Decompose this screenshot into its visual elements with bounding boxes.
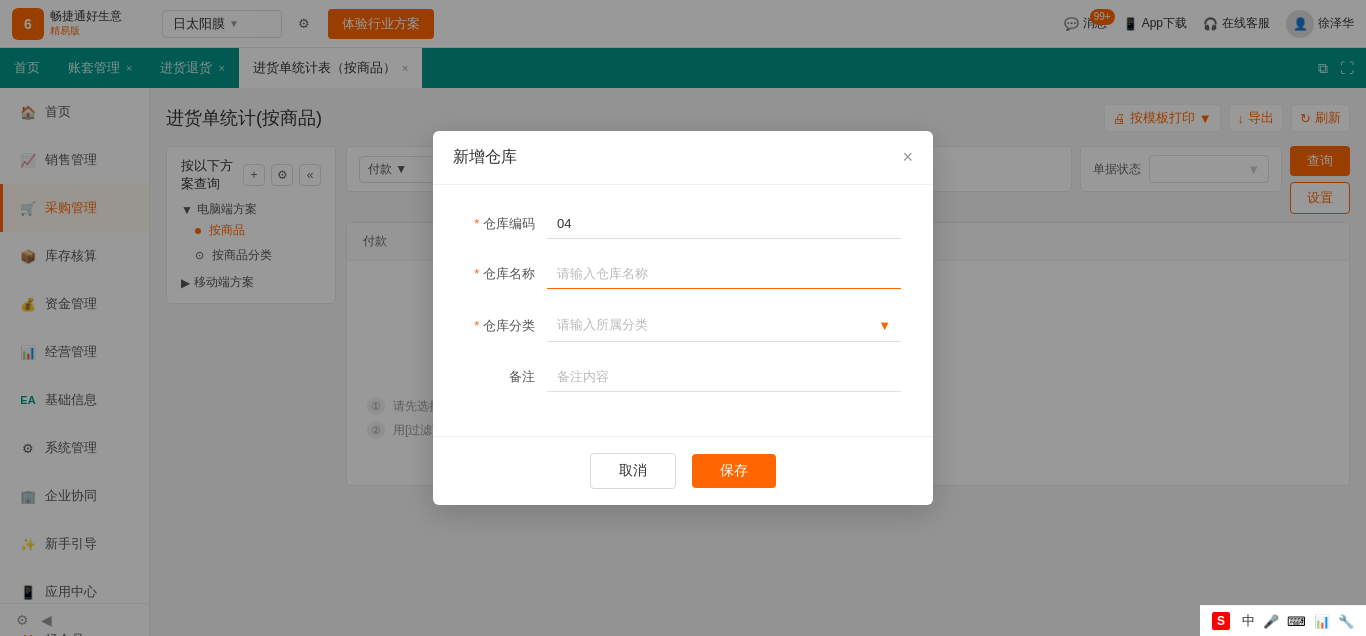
bottom-bar: S 中 🎤 ⌨ 📊 🔧 bbox=[1200, 605, 1366, 636]
modal-footer: 取消 保存 bbox=[433, 436, 933, 505]
save-button[interactable]: 保存 bbox=[692, 454, 776, 488]
modal-close-button[interactable]: × bbox=[902, 147, 913, 168]
remark-label: 备注 bbox=[465, 368, 535, 386]
modal-body: * 仓库编码 * 仓库名称 * 仓库分类 请输入所属 bbox=[433, 185, 933, 436]
name-label: * 仓库名称 bbox=[465, 265, 535, 283]
form-row-category: * 仓库分类 请输入所属分类 ▼ bbox=[465, 309, 901, 342]
code-input[interactable] bbox=[547, 209, 901, 239]
form-row-name: * 仓库名称 bbox=[465, 259, 901, 289]
modal-title: 新增仓库 bbox=[453, 147, 517, 168]
mic-icon[interactable]: 🎤 bbox=[1263, 614, 1279, 629]
modal-header: 新增仓库 × bbox=[433, 131, 933, 185]
category-select[interactable]: 请输入所属分类 ▼ bbox=[547, 309, 901, 342]
category-label-text: 仓库分类 bbox=[483, 318, 535, 333]
name-input[interactable] bbox=[547, 259, 901, 289]
code-required-star: * bbox=[474, 216, 479, 231]
modal-overlay: 新增仓库 × * 仓库编码 * 仓库名称 bbox=[0, 0, 1366, 636]
name-required-star: * bbox=[474, 266, 479, 281]
s-logo: S bbox=[1212, 612, 1230, 630]
category-required-star: * bbox=[474, 318, 479, 333]
chart-icon[interactable]: 📊 bbox=[1314, 614, 1330, 629]
modal-new-warehouse: 新增仓库 × * 仓库编码 * 仓库名称 bbox=[433, 131, 933, 505]
form-row-remark: 备注 bbox=[465, 362, 901, 392]
keyboard-icon[interactable]: ⌨ bbox=[1287, 614, 1306, 629]
tool-icon[interactable]: 🔧 bbox=[1338, 614, 1354, 629]
name-label-text: 仓库名称 bbox=[483, 266, 535, 281]
code-label: * 仓库编码 bbox=[465, 215, 535, 233]
category-placeholder: 请输入所属分类 bbox=[557, 316, 648, 334]
zh-label: 中 bbox=[1242, 612, 1255, 630]
form-row-code: * 仓库编码 bbox=[465, 209, 901, 239]
cancel-button[interactable]: 取消 bbox=[590, 453, 676, 489]
code-label-text: 仓库编码 bbox=[483, 216, 535, 231]
category-label: * 仓库分类 bbox=[465, 317, 535, 335]
category-select-arrow: ▼ bbox=[878, 318, 891, 333]
remark-label-text: 备注 bbox=[509, 369, 535, 384]
remark-input[interactable] bbox=[547, 362, 901, 392]
